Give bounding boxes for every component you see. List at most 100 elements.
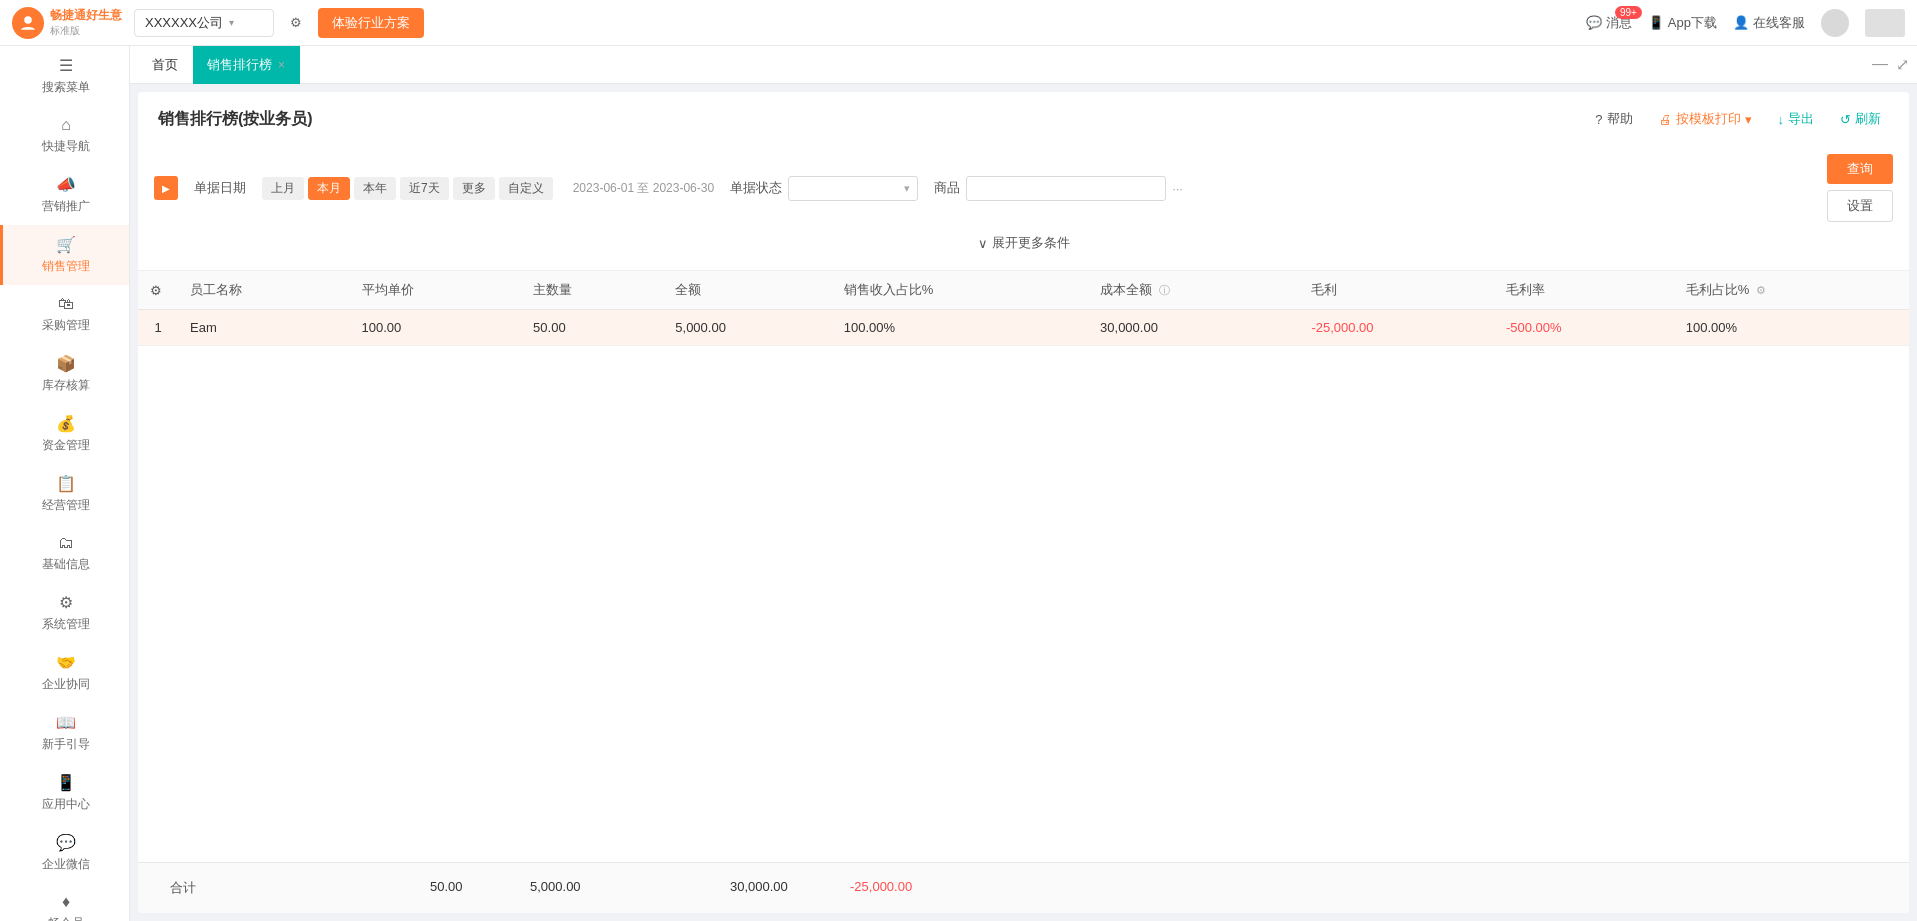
tab-home[interactable]: 首页 — [138, 46, 193, 84]
sidebar-item-apps[interactable]: 📱 应用中心 — [0, 763, 129, 823]
date-options: 上月 本月 本年 近7天 更多 自定义 — [262, 177, 553, 200]
refresh-button[interactable]: ↺ 刷新 — [1832, 106, 1889, 132]
table-row: 1 Eam 100.00 50.00 5,000.00 100.00% 30,0… — [138, 310, 1909, 346]
footer-cost: 30,000.00 — [718, 873, 838, 903]
export-button[interactable]: ↓ 导出 — [1770, 106, 1823, 132]
query-button[interactable]: 查询 — [1827, 154, 1893, 184]
topbar-settings-button[interactable]: ⚙ — [282, 9, 310, 37]
expand-label: 展开更多条件 — [992, 234, 1070, 252]
collab-icon: 🤝 — [56, 653, 76, 672]
help-label: 帮助 — [1607, 110, 1633, 128]
th-cost: 成本全额 ⓘ — [1088, 271, 1299, 310]
th-amount: 全额 — [663, 271, 831, 310]
sidebar-item-finance[interactable]: 💰 资金管理 — [0, 404, 129, 464]
date-btn-more[interactable]: 更多 — [453, 177, 495, 200]
inventory-icon: 📦 — [56, 354, 76, 373]
th-gross: 毛利 — [1299, 271, 1494, 310]
sidebar-item-system[interactable]: ⚙ 系统管理 — [0, 583, 129, 643]
table-container: ⚙ 员工名称 平均单价 主数量 全额 销售收入占比% 成本全额 ⓘ — [138, 271, 1909, 862]
search-menu-icon: ☰ — [59, 56, 73, 75]
page-actions: ? 帮助 🖨 按模板打印 ▾ ↓ 导出 ↺ — [1587, 106, 1889, 132]
status-select[interactable] — [788, 176, 918, 201]
date-btn-this-year[interactable]: 本年 — [354, 177, 396, 200]
column-settings-icon[interactable]: ⚙ — [150, 283, 162, 298]
content-area: 首页 销售排行榜 × — ⤢ 销售排行榜(按业务员) — [130, 46, 1917, 921]
sidebar-item-inventory[interactable]: 📦 库存核算 — [0, 344, 129, 404]
app-download-button[interactable]: 📱 App下载 — [1648, 14, 1717, 32]
tab-controls: — ⤢ — [1872, 55, 1909, 74]
print-label: 按模板打印 — [1676, 110, 1741, 128]
date-filter-label: 单据日期 — [194, 179, 246, 197]
purchase-icon: 🛍 — [58, 295, 74, 313]
sales-icon: 🛒 — [56, 235, 76, 254]
tab-restore-button[interactable]: ⤢ — [1896, 55, 1909, 74]
sidebar-item-basic[interactable]: 🗂 基础信息 — [0, 524, 129, 583]
basic-info-icon: 🗂 — [58, 534, 74, 552]
sidebar-label-basic: 基础信息 — [42, 556, 90, 573]
table-header: ⚙ 员工名称 平均单价 主数量 全额 销售收入占比% 成本全额 ⓘ — [138, 271, 1909, 310]
sidebar-label-finance: 资金管理 — [42, 437, 90, 454]
status-filter-field: 单据状态 — [730, 176, 918, 201]
sidebar-item-collab[interactable]: 🤝 企业协同 — [0, 643, 129, 703]
table-settings-button[interactable]: 设置 — [1827, 190, 1893, 222]
th-gross-rate: 毛利率 — [1494, 271, 1674, 310]
refresh-icon: ↺ — [1840, 112, 1851, 127]
sidebar-item-marketing[interactable]: 📣 营销推广 — [0, 165, 129, 225]
avatar[interactable] — [1821, 9, 1849, 37]
sidebar-item-purchase[interactable]: 🛍 采购管理 — [0, 285, 129, 344]
logo-sub: 标准版 — [50, 24, 122, 38]
table-body: 1 Eam 100.00 50.00 5,000.00 100.00% 30,0… — [138, 310, 1909, 346]
print-button[interactable]: 🖨 按模板打印 ▾ — [1651, 106, 1760, 132]
row-cost: 30,000.00 — [1088, 310, 1299, 346]
help-button[interactable]: ? 帮助 — [1587, 106, 1640, 132]
row-gross: -25,000.00 — [1299, 310, 1494, 346]
sidebar-item-sales[interactable]: 🛒 销售管理 — [0, 225, 129, 285]
filter-collapse-button[interactable]: ▶ — [154, 176, 178, 200]
online-service-label: 在线客服 — [1753, 14, 1805, 32]
chevron-down-icon: ▾ — [229, 17, 234, 28]
th-settings: ⚙ — [138, 271, 178, 310]
sidebar-item-wechat[interactable]: 💬 企业微信 — [0, 823, 129, 883]
date-btn-custom[interactable]: 自定义 — [499, 177, 553, 200]
row-sales-pct: 100.00% — [832, 310, 1088, 346]
sidebar-label-operations: 经营管理 — [42, 497, 90, 514]
sidebar-label-shortcut: 快捷导航 — [42, 138, 90, 155]
member-icon: ♦ — [62, 893, 70, 911]
th-gross-pct: 毛利占比% ⚙ — [1674, 271, 1909, 310]
online-service-button[interactable]: 👤 在线客服 — [1733, 14, 1805, 32]
tab-close-button[interactable]: × — [278, 58, 285, 72]
date-btn-this-month[interactable]: 本月 — [308, 177, 350, 200]
filter-section: ▶ 单据日期 上月 本月 本年 近7天 更多 自定义 2023-06-01 至 … — [138, 142, 1909, 271]
logo-area: 畅捷通好生意 标准版 — [12, 7, 122, 39]
trial-button[interactable]: 体验行业方案 — [318, 8, 424, 38]
cost-info-icon[interactable]: ⓘ — [1159, 284, 1170, 296]
row-name: Eam — [178, 310, 350, 346]
user-name-placeholder — [1865, 9, 1905, 37]
sidebar-item-member[interactable]: ♦ 畅会员 — [0, 883, 129, 921]
expand-conditions-button[interactable]: ∨ 展开更多条件 — [978, 234, 1070, 252]
notification-button[interactable]: 💬 消息 99+ — [1586, 14, 1632, 32]
tab-minimize-button[interactable]: — — [1872, 55, 1888, 74]
sidebar-label-wechat: 企业微信 — [42, 856, 90, 873]
sidebar-item-search[interactable]: ☰ 搜索菜单 — [0, 46, 129, 106]
date-btn-last-month[interactable]: 上月 — [262, 177, 304, 200]
date-range-display: 2023-06-01 至 2023-06-30 — [573, 180, 714, 197]
wechat-icon: 💬 — [56, 833, 76, 852]
operations-icon: 📋 — [56, 474, 76, 493]
gross-pct-info-icon[interactable]: ⚙ — [1756, 284, 1766, 296]
sidebar-label-sales: 销售管理 — [42, 258, 90, 275]
company-selector[interactable]: XXXXXX公司 ▾ — [134, 9, 274, 37]
sidebar-item-operations[interactable]: 📋 经营管理 — [0, 464, 129, 524]
date-btn-last-7-days[interactable]: 近7天 — [400, 177, 449, 200]
table-footer: 合计 50.00 5,000.00 30,000.00 -25,000.00 — [138, 862, 1909, 913]
goods-more-button[interactable]: ··· — [1172, 181, 1183, 196]
goods-input[interactable] — [966, 176, 1166, 201]
sidebar-item-guide[interactable]: 📖 新手引导 — [0, 703, 129, 763]
footer-qty: 50.00 — [418, 873, 518, 903]
tab-sales-ranking[interactable]: 销售排行榜 × — [193, 46, 300, 84]
footer-gross: -25,000.00 — [838, 873, 924, 903]
sidebar-item-shortcut[interactable]: ⌂ 快捷导航 — [0, 106, 129, 165]
sidebar-label-search: 搜索菜单 — [42, 79, 90, 96]
row-amount: 5,000.00 — [663, 310, 831, 346]
goods-filter-label: 商品 — [934, 179, 960, 197]
